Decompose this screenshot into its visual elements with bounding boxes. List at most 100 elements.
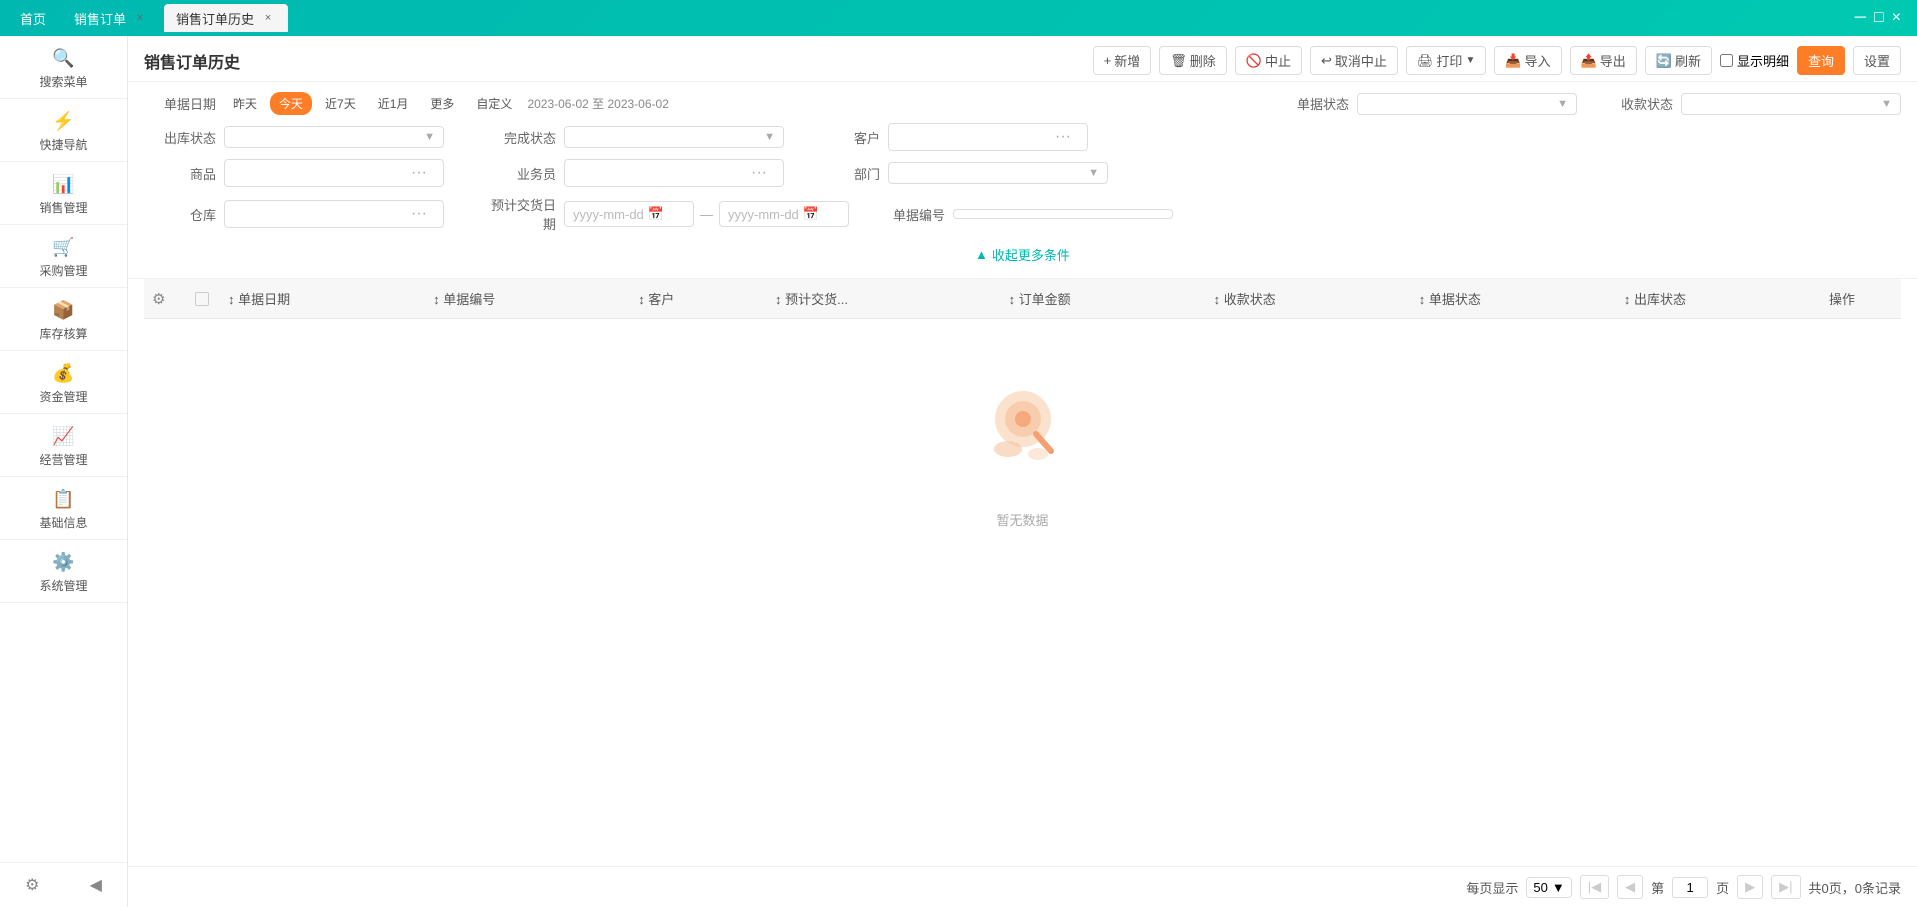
expected-date-end[interactable]: yyyy-mm-dd 📅 — [719, 201, 849, 227]
settings-button[interactable]: 设置 — [1853, 46, 1901, 75]
sidebar-item-quick-nav[interactable]: ⚡ 快捷导航 — [0, 99, 127, 162]
display-detail-checkbox-wrapper[interactable]: 显示明细 — [1720, 51, 1789, 70]
th-date-label: ↕ 单据日期 — [228, 292, 290, 307]
tab-home[interactable]: 首页 — [8, 4, 58, 32]
sidebar-item-inventory[interactable]: 📦 库存核算 — [0, 288, 127, 351]
sidebar-item-purchase-mgmt-label: 采购管理 — [39, 262, 87, 279]
warehouse-input[interactable]: ··· — [224, 200, 444, 228]
tab-sales-order-close[interactable]: × — [132, 10, 148, 26]
goods-dots-icon[interactable]: ··· — [403, 164, 435, 182]
department-select[interactable]: ▼ — [888, 162, 1108, 184]
page-header: 销售订单历史 + 新增 🗑 删除 🚫 中止 ↩ 取消中止 — [128, 36, 1917, 82]
empty-row: 暂无数据 — [144, 319, 1901, 590]
empty-icon — [973, 379, 1073, 498]
customer-label: 客户 — [808, 128, 888, 147]
page-label: 页 — [1716, 878, 1729, 897]
payment-status-select[interactable]: ▼ — [1681, 93, 1901, 115]
delete-button[interactable]: 🗑 删除 — [1159, 46, 1227, 75]
complete-status-select[interactable]: ▼ — [564, 126, 784, 148]
display-detail-checkbox[interactable] — [1720, 54, 1733, 67]
add-icon: + — [1104, 53, 1112, 68]
sidebar-item-finance-mgmt[interactable]: 💰 资金管理 — [0, 351, 127, 414]
table-settings-icon[interactable]: ⚙ — [152, 291, 165, 308]
date-btn-custom[interactable]: 自定义 — [467, 92, 521, 115]
cancel-stop-label: 取消中止 — [1335, 51, 1387, 70]
stop-button[interactable]: 🚫 中止 — [1235, 46, 1302, 75]
total-info: 共0页，0条记录 — [1809, 878, 1901, 897]
header-checkbox[interactable] — [195, 292, 209, 306]
refresh-button[interactable]: 🔄 刷新 — [1645, 46, 1712, 75]
first-page-button[interactable]: |◀ — [1580, 875, 1609, 899]
sidebar-item-purchase-mgmt[interactable]: 🛒 采购管理 — [0, 225, 127, 288]
th-doc-status: ↕ 单据状态 — [1411, 279, 1616, 319]
last-page-button[interactable]: ▶| — [1771, 875, 1800, 899]
date-btn-more[interactable]: 更多 — [421, 92, 463, 115]
table-header: ⚙ ↕ 单据日期 ↕ 单据编号 — [144, 279, 1901, 319]
customer-dots-icon[interactable]: ··· — [1047, 128, 1079, 146]
maximize-button[interactable]: □ — [1874, 9, 1884, 27]
th-customer-label: ↕ 客户 — [638, 292, 674, 307]
print-icon: 🖨 — [1417, 53, 1434, 69]
minimize-button[interactable]: ─ — [1855, 9, 1866, 27]
date-btn-today[interactable]: 今天 — [270, 92, 312, 115]
department-arrow-icon: ▼ — [1088, 167, 1099, 179]
delivery-status-select[interactable]: ▼ — [224, 126, 444, 148]
salesperson-input[interactable]: ··· — [564, 159, 784, 187]
sidebar-item-sales-mgmt[interactable]: 📊 销售管理 — [0, 162, 127, 225]
tab-sales-order[interactable]: 销售订单 × — [62, 4, 160, 32]
tab-sales-order-history-close[interactable]: × — [260, 10, 276, 26]
calendar-start-icon: 📅 — [648, 206, 664, 222]
th-operation: 操作 — [1821, 279, 1901, 319]
delivery-status-label: 出库状态 — [144, 128, 224, 147]
close-button[interactable]: × — [1892, 9, 1901, 27]
th-amount: ↕ 订单金额 — [1001, 279, 1206, 319]
sidebar-item-search-menu[interactable]: 🔍 搜索菜单 — [0, 36, 127, 99]
salesperson-dots-icon[interactable]: ··· — [743, 164, 775, 182]
collapse-button[interactable]: ▲ 收起更多条件 — [144, 241, 1901, 268]
filter-row-3: 商品 ··· 业务员 ··· 部门 ▼ — [144, 159, 1901, 187]
status-select[interactable]: ▼ — [1357, 93, 1577, 115]
date-btn-yesterday[interactable]: 昨天 — [224, 92, 266, 115]
next-page-button[interactable]: ▶ — [1737, 875, 1763, 899]
prev-page-button[interactable]: ◀ — [1617, 875, 1643, 899]
sidebar-item-operations-mgmt-label: 经营管理 — [39, 451, 87, 468]
date-btn-last7[interactable]: 近7天 — [316, 92, 365, 115]
sidebar-item-system-mgmt[interactable]: ⚙️ 系统管理 — [0, 540, 127, 603]
sidebar-item-basic-info[interactable]: 📋 基础信息 — [0, 477, 127, 540]
table-body: 暂无数据 — [144, 319, 1901, 590]
stop-icon: 🚫 — [1246, 53, 1262, 69]
per-page-select[interactable]: 50 ▼ — [1526, 877, 1571, 898]
expected-date-start-value: yyyy-mm-dd — [573, 207, 644, 222]
page-label-pre: 第 — [1651, 878, 1664, 897]
warehouse-dots-icon[interactable]: ··· — [403, 205, 435, 223]
add-button[interactable]: + 新增 — [1093, 46, 1152, 75]
th-amount-label: ↕ 订单金额 — [1009, 292, 1071, 307]
date-range-text: 2023-06-02 至 2023-06-02 — [527, 95, 668, 112]
salesperson-label: 业务员 — [484, 164, 564, 183]
th-payment-status: ↕ 收款状态 — [1206, 279, 1411, 319]
query-button[interactable]: 查询 — [1797, 46, 1845, 75]
sidebar-collapse-button[interactable]: ◀ — [86, 871, 106, 899]
page-number-input[interactable] — [1672, 877, 1708, 898]
print-arrow-icon: ▼ — [1465, 55, 1475, 66]
sidebar-item-inventory-label: 库存核算 — [39, 325, 87, 342]
customer-input[interactable]: ··· — [888, 123, 1088, 151]
sidebar-item-operations-mgmt[interactable]: 📈 经营管理 — [0, 414, 127, 477]
order-number-input[interactable] — [953, 209, 1173, 219]
date-btn-last1m[interactable]: 近1月 — [369, 92, 418, 115]
tab-sales-order-history[interactable]: 销售订单历史 × — [164, 4, 288, 32]
cancel-stop-button[interactable]: ↩ 取消中止 — [1310, 46, 1398, 75]
import-button[interactable]: 📥 导入 — [1494, 46, 1561, 75]
sidebar-settings-button[interactable]: ⚙ — [21, 871, 43, 899]
expected-date-start[interactable]: yyyy-mm-dd 📅 — [564, 201, 694, 227]
tab-home-label: 首页 — [20, 9, 46, 28]
goods-input[interactable]: ··· — [224, 159, 444, 187]
delete-label: 删除 — [1190, 51, 1216, 70]
sidebar-item-system-mgmt-label: 系统管理 — [39, 577, 87, 594]
date-label: 单据日期 — [144, 94, 224, 113]
print-button[interactable]: 🖨 打印 ▼ — [1406, 46, 1486, 75]
th-delivery-status-label: ↕ 出库状态 — [1624, 292, 1686, 307]
th-expected-date-label: ↕ 预计交货... — [775, 292, 848, 307]
goods-label: 商品 — [144, 164, 224, 183]
export-button[interactable]: 📤 导出 — [1570, 46, 1637, 75]
